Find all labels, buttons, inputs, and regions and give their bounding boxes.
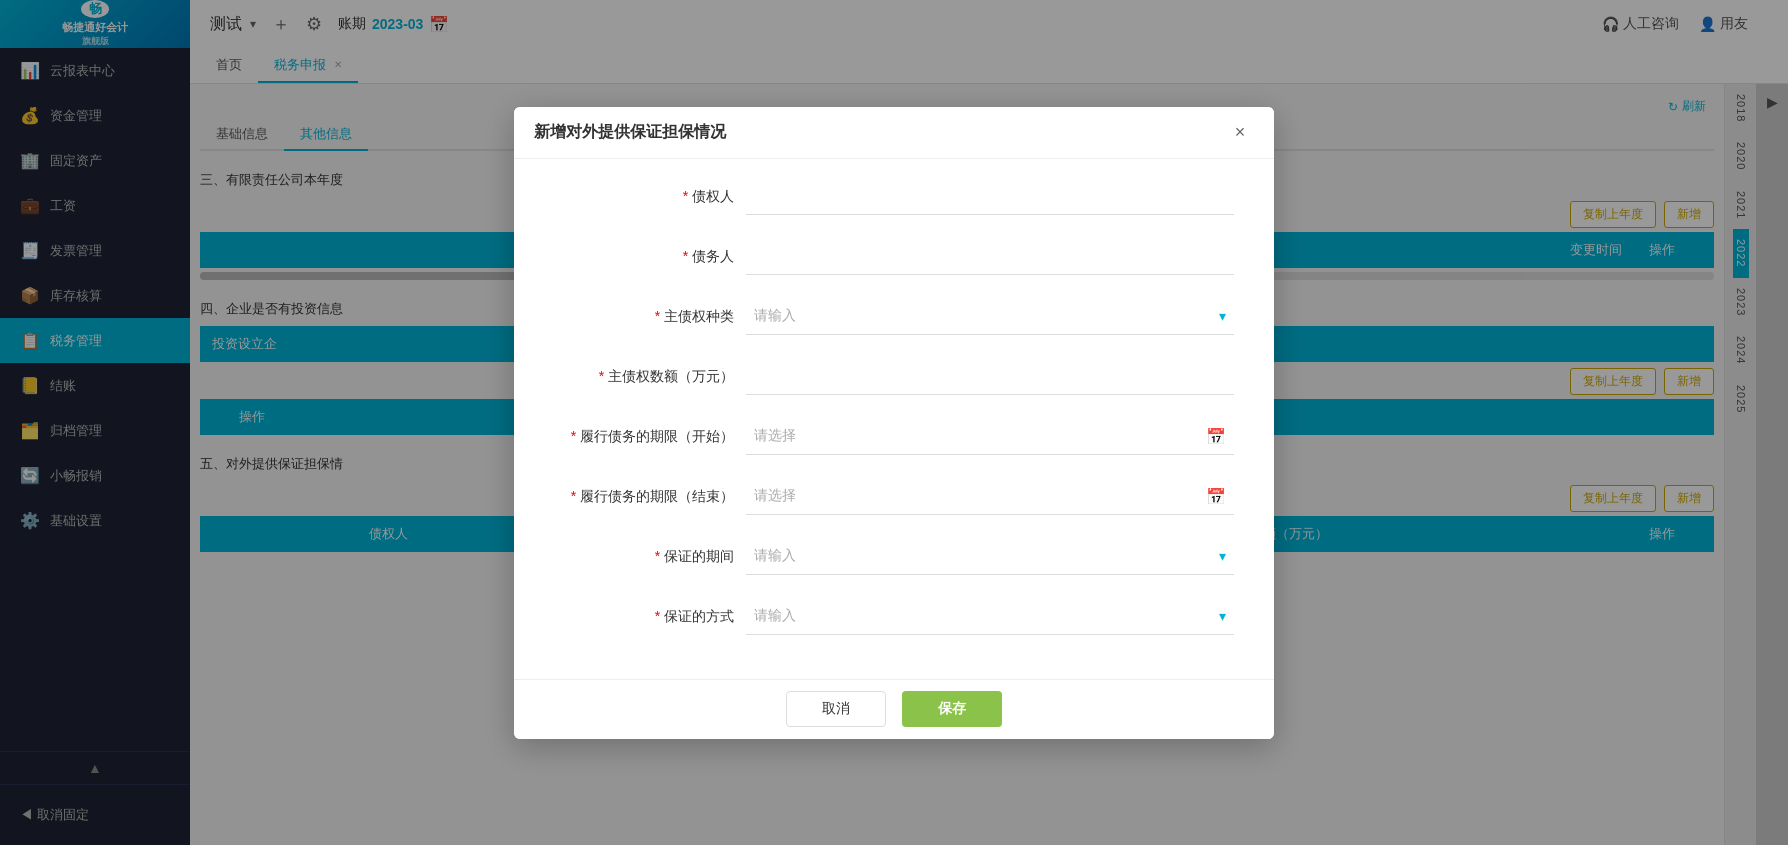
select-guarantee-period-placeholder: 请输入 <box>754 547 1219 565</box>
chevron-down-icon-debt-type: ▾ <box>1219 308 1226 324</box>
required-star-debt-amount: * <box>599 368 604 384</box>
chevron-down-icon-guarantee-period: ▾ <box>1219 548 1226 564</box>
dialog-body: * 债权人 * 债务人 * 主债权种类 请输入 <box>514 159 1274 679</box>
calendar-start-icon: 📅 <box>1206 427 1226 446</box>
label-period-end: * 履行债务的期限（结束） <box>554 488 734 506</box>
required-star-period-start: * <box>571 428 576 444</box>
select-guarantee-period[interactable]: 请输入 ▾ <box>746 539 1234 575</box>
input-debtor[interactable] <box>746 239 1234 275</box>
label-period-start: * 履行债务的期限（开始） <box>554 428 734 446</box>
calendar-end-icon: 📅 <box>1206 487 1226 506</box>
dialog-header: 新增对外提供保证担保情况 × <box>514 107 1274 159</box>
required-star-debtor: * <box>683 248 688 264</box>
cancel-btn[interactable]: 取消 <box>786 691 886 727</box>
select-guarantee-method[interactable]: 请输入 ▾ <box>746 599 1234 635</box>
chevron-down-icon-guarantee-method: ▾ <box>1219 608 1226 624</box>
required-star-guarantee-period: * <box>655 548 660 564</box>
form-row-guarantee-method: * 保证的方式 请输入 ▾ <box>554 599 1234 635</box>
dialog: 新增对外提供保证担保情况 × * 债权人 * 债务人 <box>514 107 1274 739</box>
form-row-period-end: * 履行债务的期限（结束） 请选择 📅 <box>554 479 1234 515</box>
date-period-start[interactable]: 请选择 📅 <box>746 419 1234 455</box>
modal-overlay: 新增对外提供保证担保情况 × * 债权人 * 债务人 <box>0 0 1788 845</box>
input-debt-amount[interactable] <box>746 359 1234 395</box>
label-debt-type: * 主债权种类 <box>554 308 734 326</box>
form-row-guarantee-period: * 保证的期间 请输入 ▾ <box>554 539 1234 575</box>
form-row-debtor: * 债务人 <box>554 239 1234 275</box>
select-guarantee-method-placeholder: 请输入 <box>754 607 1219 625</box>
form-row-period-start: * 履行债务的期限（开始） 请选择 📅 <box>554 419 1234 455</box>
label-guarantee-method: * 保证的方式 <box>554 608 734 626</box>
form-row-creditor: * 债权人 <box>554 179 1234 215</box>
select-debt-type-placeholder: 请输入 <box>754 307 1219 325</box>
required-star-creditor: * <box>683 188 688 204</box>
date-period-end[interactable]: 请选择 📅 <box>746 479 1234 515</box>
date-start-placeholder: 请选择 <box>754 427 1206 445</box>
select-debt-type[interactable]: 请输入 ▾ <box>746 299 1234 335</box>
required-star-period-end: * <box>571 488 576 504</box>
form-row-debt-type: * 主债权种类 请输入 ▾ <box>554 299 1234 335</box>
required-star-guarantee-method: * <box>655 608 660 624</box>
form-row-debt-amount: * 主债权数额（万元） <box>554 359 1234 395</box>
save-btn[interactable]: 保存 <box>902 691 1002 727</box>
label-debt-amount: * 主债权数额（万元） <box>554 368 734 386</box>
date-end-placeholder: 请选择 <box>754 487 1206 505</box>
required-star-debt-type: * <box>655 308 660 324</box>
dialog-close-btn[interactable]: × <box>1226 118 1254 146</box>
label-creditor: * 债权人 <box>554 188 734 206</box>
input-creditor[interactable] <box>746 179 1234 215</box>
label-debtor: * 债务人 <box>554 248 734 266</box>
dialog-title: 新增对外提供保证担保情况 <box>534 122 726 143</box>
dialog-footer: 取消 保存 <box>514 679 1274 739</box>
label-guarantee-period: * 保证的期间 <box>554 548 734 566</box>
